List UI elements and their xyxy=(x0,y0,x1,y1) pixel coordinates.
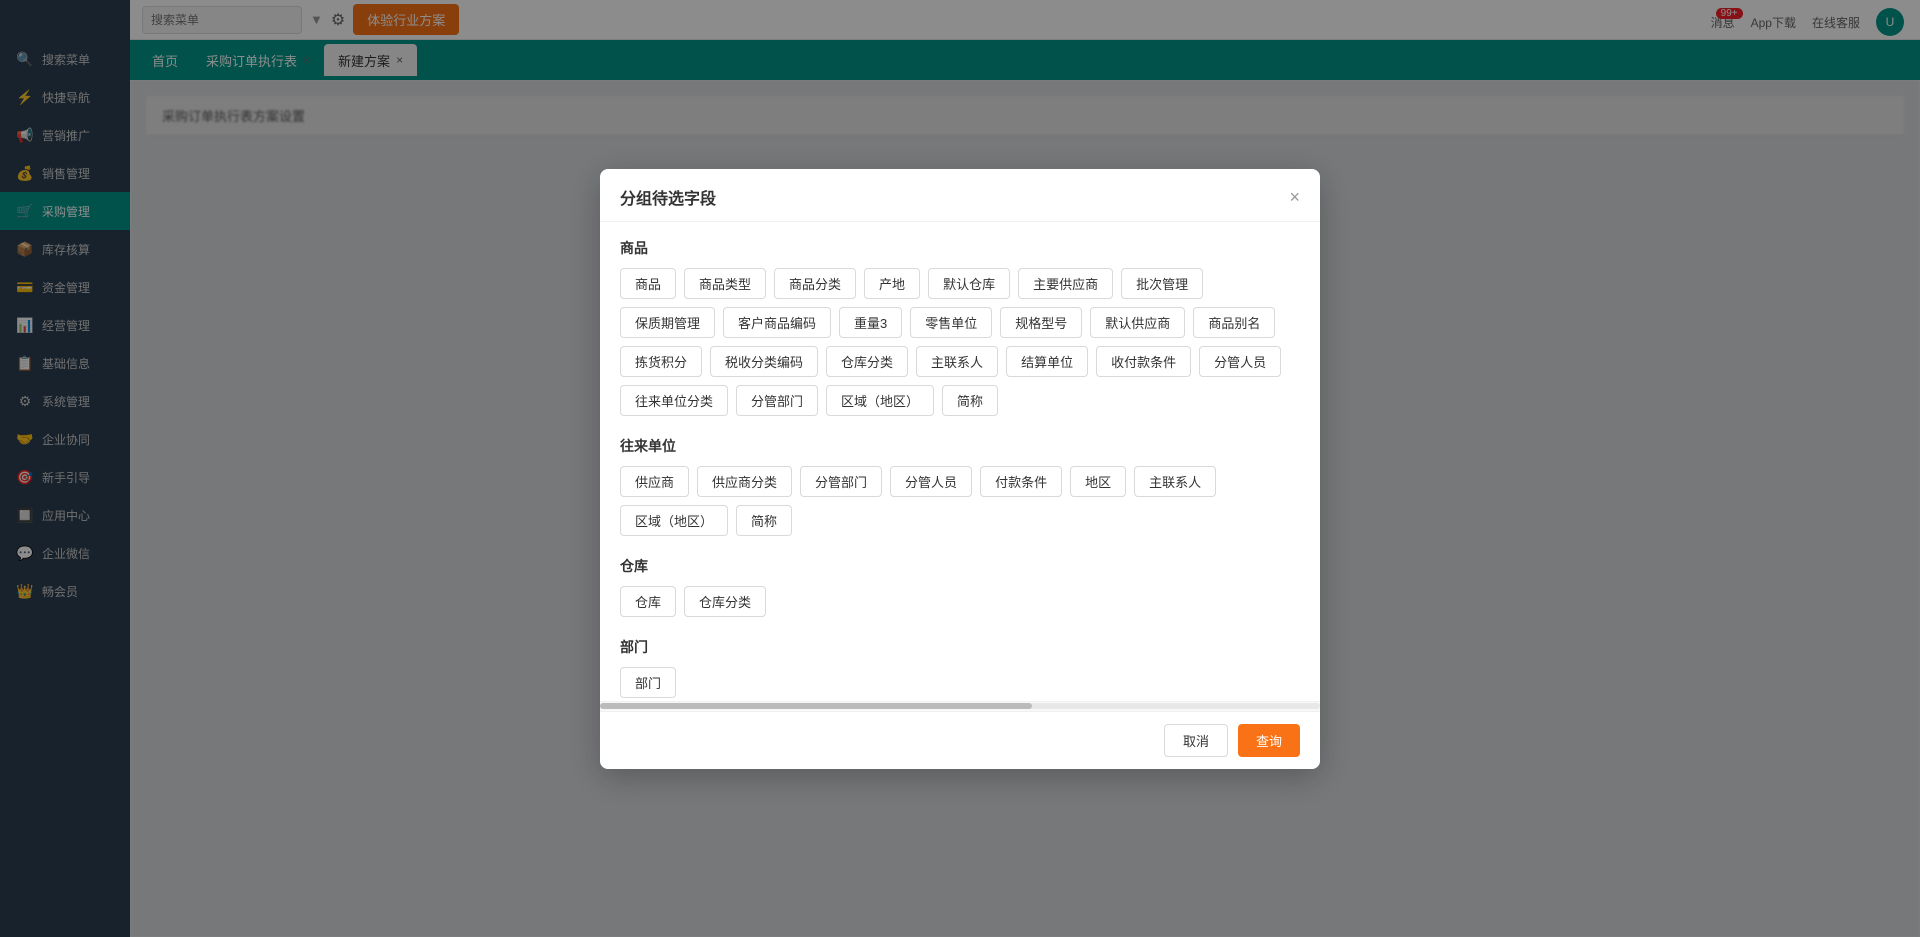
field-tag-0-7[interactable]: 保质期管理 xyxy=(620,307,715,338)
section-0: 商品商品商品类型商品分类产地默认仓库主要供应商批次管理保质期管理客户商品编码重量… xyxy=(620,238,1300,416)
field-tag-0-8[interactable]: 客户商品编码 xyxy=(723,307,831,338)
field-tag-0-20[interactable]: 分管人员 xyxy=(1199,346,1281,377)
modal-footer: 取消 查询 xyxy=(600,711,1320,769)
modal-overlay: 分组待选字段 × 商品商品商品类型商品分类产地默认仓库主要供应商批次管理保质期管… xyxy=(0,0,1920,937)
section-title-1: 往来单位 xyxy=(620,436,1300,456)
field-tag-0-0[interactable]: 商品 xyxy=(620,268,676,299)
field-tags-0: 商品商品类型商品分类产地默认仓库主要供应商批次管理保质期管理客户商品编码重量3 零… xyxy=(620,268,1300,416)
field-tag-1-5[interactable]: 地区 xyxy=(1070,466,1126,497)
modal-header: 分组待选字段 × xyxy=(600,169,1320,222)
field-tag-0-14[interactable]: 拣货积分 xyxy=(620,346,702,377)
field-tag-0-24[interactable]: 简称 xyxy=(942,385,998,416)
field-tag-0-11[interactable]: 规格型号 xyxy=(1000,307,1082,338)
field-tag-0-22[interactable]: 分管部门 xyxy=(736,385,818,416)
field-tag-0-17[interactable]: 主联系人 xyxy=(916,346,998,377)
section-title-3: 部门 xyxy=(620,637,1300,657)
field-tag-1-4[interactable]: 付款条件 xyxy=(980,466,1062,497)
field-tag-1-0[interactable]: 供应商 xyxy=(620,466,689,497)
field-tag-0-10[interactable]: 零售单位 xyxy=(910,307,992,338)
field-tags-2: 仓库仓库分类 xyxy=(620,586,1300,617)
field-tag-0-19[interactable]: 收付款条件 xyxy=(1096,346,1191,377)
field-tag-1-7[interactable]: 区域（地区） xyxy=(620,505,728,536)
modal-close-btn[interactable]: × xyxy=(1289,188,1300,206)
confirm-button[interactable]: 查询 xyxy=(1238,724,1300,757)
field-tag-0-4[interactable]: 默认仓库 xyxy=(928,268,1010,299)
field-tag-1-2[interactable]: 分管部门 xyxy=(800,466,882,497)
modal-horizontal-scroll[interactable] xyxy=(600,701,1320,711)
section-1: 往来单位供应商供应商分类分管部门分管人员付款条件地区主联系人区域（地区） 简称 xyxy=(620,436,1300,536)
field-tag-0-21[interactable]: 往来单位分类 xyxy=(620,385,728,416)
field-tag-0-6[interactable]: 批次管理 xyxy=(1121,268,1203,299)
modal-container: 分组待选字段 × 商品商品商品类型商品分类产地默认仓库主要供应商批次管理保质期管… xyxy=(600,169,1320,769)
section-3: 部门部门 xyxy=(620,637,1300,698)
field-tag-3-0[interactable]: 部门 xyxy=(620,667,676,698)
section-title-0: 商品 xyxy=(620,238,1300,258)
field-tag-0-3[interactable]: 产地 xyxy=(864,268,920,299)
field-tag-1-6[interactable]: 主联系人 xyxy=(1134,466,1216,497)
field-tags-1: 供应商供应商分类分管部门分管人员付款条件地区主联系人区域（地区） 简称 xyxy=(620,466,1300,536)
field-tag-0-23[interactable]: 区域（地区） xyxy=(826,385,934,416)
field-tag-0-5[interactable]: 主要供应商 xyxy=(1018,268,1113,299)
cancel-button[interactable]: 取消 xyxy=(1164,724,1228,757)
field-tag-0-16[interactable]: 仓库分类 xyxy=(826,346,908,377)
field-tag-0-1[interactable]: 商品类型 xyxy=(684,268,766,299)
field-tag-1-3[interactable]: 分管人员 xyxy=(890,466,972,497)
field-tags-3: 部门 xyxy=(620,667,1300,698)
field-tag-2-1[interactable]: 仓库分类 xyxy=(684,586,766,617)
field-tag-0-2[interactable]: 商品分类 xyxy=(774,268,856,299)
field-tag-2-0[interactable]: 仓库 xyxy=(620,586,676,617)
modal-title: 分组待选字段 xyxy=(620,185,716,209)
field-tag-0-15[interactable]: 税收分类编码 xyxy=(710,346,818,377)
field-tag-0-13[interactable]: 商品别名 xyxy=(1193,307,1275,338)
field-tag-0-18[interactable]: 结算单位 xyxy=(1006,346,1088,377)
modal-body[interactable]: 商品商品商品类型商品分类产地默认仓库主要供应商批次管理保质期管理客户商品编码重量… xyxy=(600,222,1320,701)
field-tag-1-1[interactable]: 供应商分类 xyxy=(697,466,792,497)
section-2: 仓库仓库仓库分类 xyxy=(620,556,1300,617)
field-tag-1-8[interactable]: 简称 xyxy=(736,505,792,536)
section-title-2: 仓库 xyxy=(620,556,1300,576)
field-tag-0-12[interactable]: 默认供应商 xyxy=(1090,307,1185,338)
field-tag-0-9[interactable]: 重量3 xyxy=(839,307,902,338)
